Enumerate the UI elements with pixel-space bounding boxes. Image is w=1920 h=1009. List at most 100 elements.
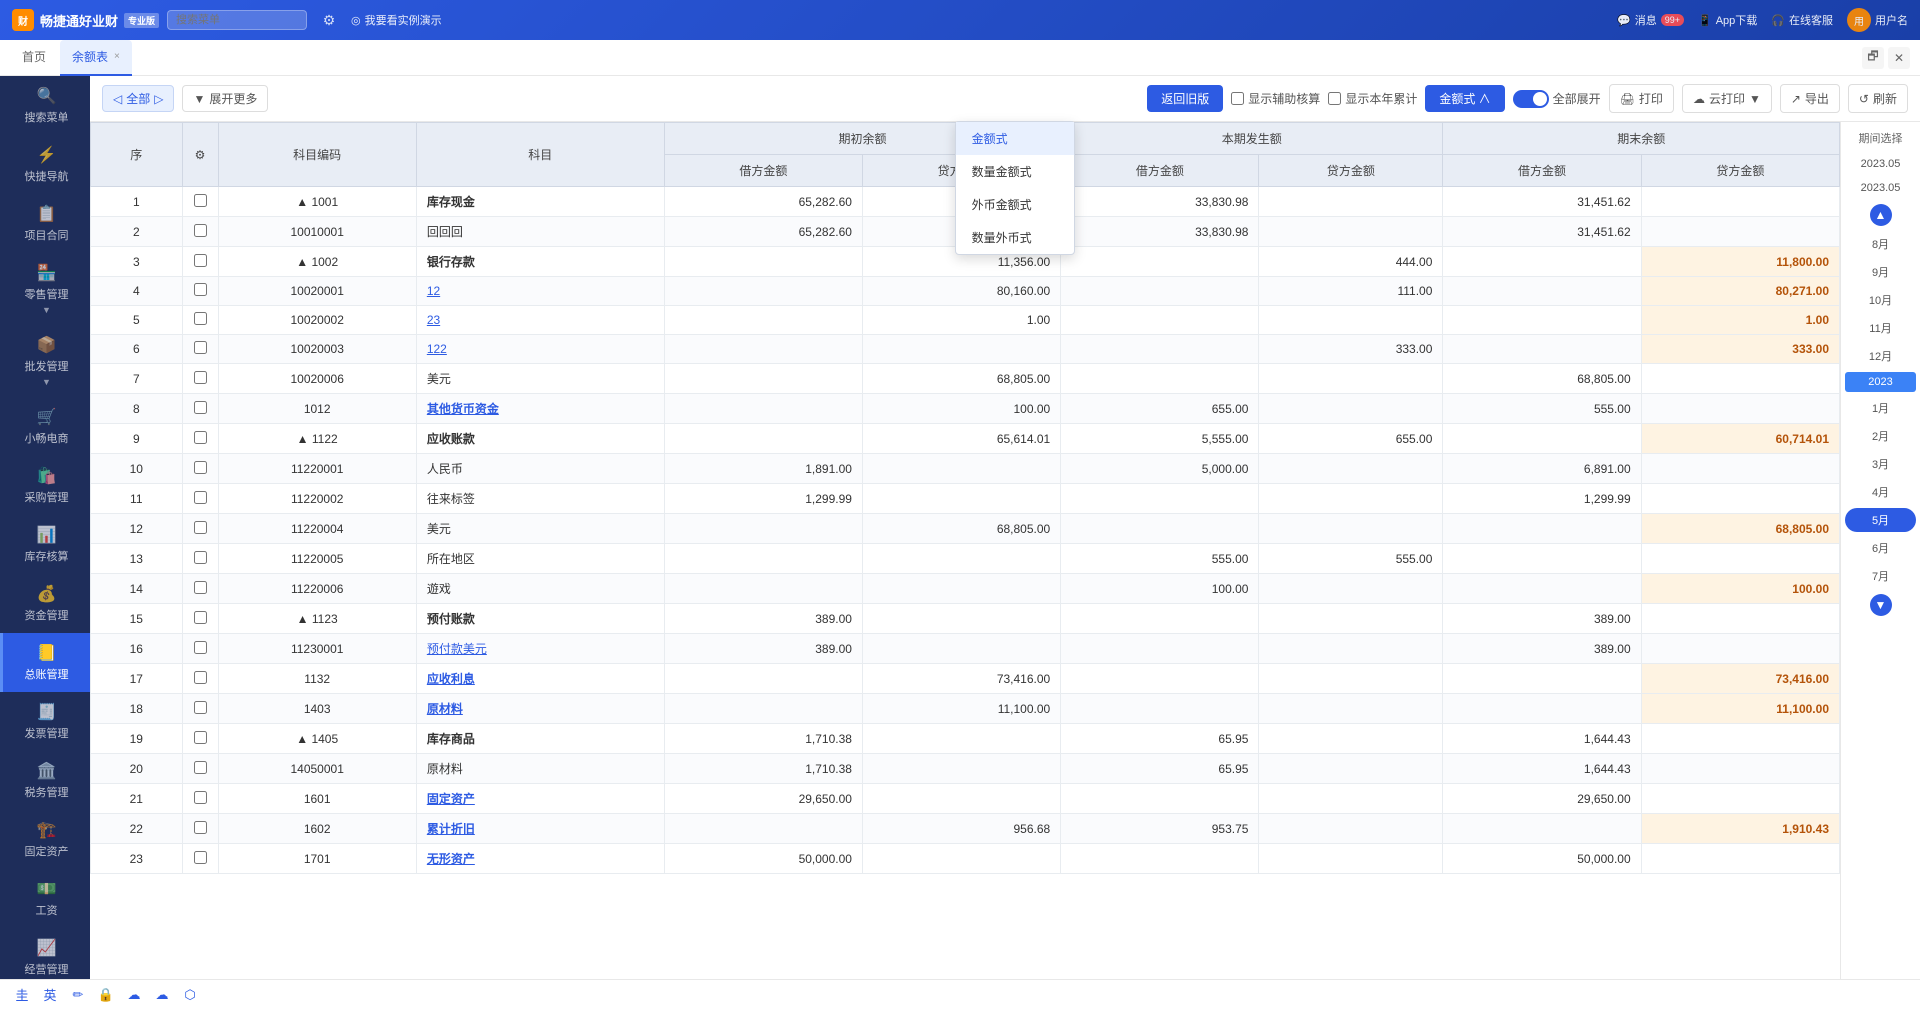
month-8[interactable]: 8月 — [1845, 232, 1916, 256]
right-nav-up-btn[interactable]: ▲ — [1870, 204, 1892, 226]
bottom-icon-lock[interactable]: 🔒 — [96, 985, 116, 1005]
cell-checkbox[interactable] — [182, 247, 218, 277]
show-auxiliary-checkbox[interactable]: 显示辅助核算 — [1231, 90, 1320, 107]
sidebar-item-purchase[interactable]: 🛍️ 采购管理 — [0, 456, 90, 515]
cell-checkbox[interactable] — [182, 424, 218, 454]
year-2023[interactable]: 2023 — [1845, 372, 1916, 392]
cell-checkbox[interactable] — [182, 277, 218, 306]
print-btn[interactable]: 🖨 打印 — [1609, 84, 1674, 113]
expand-more-btn[interactable]: ▼ 展开更多 — [182, 85, 268, 112]
tab-home[interactable]: 首页 — [10, 40, 58, 76]
sidebar-item-payroll[interactable]: 💵 工资 — [0, 869, 90, 928]
month-7[interactable]: 7月 — [1845, 564, 1916, 588]
cell-checkbox[interactable] — [182, 394, 218, 424]
month-9[interactable]: 9月 — [1845, 260, 1916, 284]
month-6[interactable]: 6月 — [1845, 536, 1916, 560]
message-btn[interactable]: 💬 消息 99+ — [1617, 12, 1684, 28]
month-5[interactable]: 5月 — [1845, 508, 1916, 532]
toggle-switch-control[interactable] — [1513, 90, 1549, 108]
window-restore-btn[interactable]: 🗗 — [1862, 47, 1884, 69]
cell-checkbox[interactable] — [182, 724, 218, 754]
dropdown-item-foreign-amount[interactable]: 外币金额式 — [956, 188, 1074, 221]
cell-checkbox[interactable] — [182, 364, 218, 394]
tab-close-btn[interactable]: × — [114, 51, 120, 62]
bottom-icon-1[interactable]: 圭 — [12, 985, 32, 1005]
th-settings[interactable]: ⚙ — [182, 123, 218, 187]
cell-checkbox[interactable] — [182, 306, 218, 335]
cell-checkbox[interactable] — [182, 187, 218, 217]
right-panel-date-end[interactable]: 2023.05 — [1845, 178, 1916, 198]
cell-account-name[interactable]: 应收利息 — [416, 664, 664, 694]
dropdown-item-qty-amount[interactable]: 数量金额式 — [956, 155, 1074, 188]
online-service-btn[interactable]: 🎧 在线客服 — [1771, 12, 1833, 28]
sidebar-item-quick-nav[interactable]: ⚡ 快捷导航 — [0, 135, 90, 194]
sidebar-item-invoice[interactable]: 🧾 发票管理 — [0, 692, 90, 751]
sidebar-item-inventory[interactable]: 📊 库存核算 — [0, 515, 90, 574]
month-12[interactable]: 12月 — [1845, 344, 1916, 368]
cell-account-name[interactable]: 累计折旧 — [416, 814, 664, 844]
month-11[interactable]: 11月 — [1845, 316, 1916, 340]
cell-checkbox[interactable] — [182, 844, 218, 874]
cell-checkbox[interactable] — [182, 604, 218, 634]
app-download-btn[interactable]: 📱 App下载 — [1698, 12, 1757, 28]
cell-checkbox[interactable] — [182, 754, 218, 784]
user-avatar[interactable]: 用 用户名 — [1847, 8, 1908, 32]
sidebar-item-general-ledger[interactable]: 📒 总账管理 — [0, 633, 90, 692]
cell-account-name[interactable]: 122 — [416, 335, 664, 364]
cloud-print-btn[interactable]: ☁ 云打印 ▼ — [1682, 84, 1772, 113]
cell-account-name[interactable]: 无形资产 — [416, 844, 664, 874]
cell-checkbox[interactable] — [182, 454, 218, 484]
month-4[interactable]: 4月 — [1845, 480, 1916, 504]
tab-balance-sheet[interactable]: 余额表 × — [60, 40, 132, 76]
export-btn[interactable]: ↗ 导出 — [1780, 84, 1840, 113]
month-10[interactable]: 10月 — [1845, 288, 1916, 312]
sidebar-item-operations[interactable]: 📈 经营管理 — [0, 928, 90, 979]
right-nav-down-btn[interactable]: ▼ — [1870, 594, 1892, 616]
cell-checkbox[interactable] — [182, 217, 218, 247]
cell-account-name[interactable]: 23 — [416, 306, 664, 335]
refresh-btn[interactable]: ↺ 刷新 — [1848, 84, 1908, 113]
sidebar-item-tax[interactable]: 🏛️ 税务管理 — [0, 751, 90, 810]
expand-all-toggle[interactable]: 全部展开 — [1513, 90, 1601, 108]
cell-checkbox[interactable] — [182, 574, 218, 604]
bottom-icon-hex[interactable]: ⬡ — [180, 985, 200, 1005]
cell-account-name[interactable]: 原材料 — [416, 694, 664, 724]
cell-account-name[interactable]: 12 — [416, 277, 664, 306]
month-1[interactable]: 1月 — [1845, 396, 1916, 420]
window-close-btn[interactable]: ✕ — [1888, 47, 1910, 69]
all-filter-btn[interactable]: ◁ 全部 ▷ — [102, 85, 174, 112]
cell-checkbox[interactable] — [182, 634, 218, 664]
settings-gear-icon[interactable]: ⚙ — [315, 6, 343, 34]
cell-checkbox[interactable] — [182, 784, 218, 814]
sidebar-item-project[interactable]: 📋 项目合同 — [0, 194, 90, 253]
cell-account-name[interactable]: 预付款美元 — [416, 634, 664, 664]
cell-checkbox[interactable] — [182, 814, 218, 844]
cell-checkbox[interactable] — [182, 694, 218, 724]
cell-account-name[interactable]: 其他货币资金 — [416, 394, 664, 424]
sidebar-item-ecommerce[interactable]: 🛒 小畅电商 — [0, 397, 90, 456]
bottom-icon-edit[interactable]: ✏ — [68, 985, 88, 1005]
sidebar-item-fixed-assets[interactable]: 🏗️ 固定资产 — [0, 810, 90, 869]
cell-checkbox[interactable] — [182, 335, 218, 364]
sidebar-item-search[interactable]: 🔍 搜索菜单 — [0, 76, 90, 135]
bottom-icon-cloud2[interactable]: ☁ — [152, 985, 172, 1005]
right-panel-date-start[interactable]: 2023.05 — [1845, 154, 1916, 174]
top-search-input[interactable] — [167, 10, 307, 30]
dropdown-item-qty-foreign[interactable]: 数量外币式 — [956, 221, 1074, 254]
cell-account-name[interactable]: 固定资产 — [416, 784, 664, 814]
sidebar-item-wholesale[interactable]: 📦 批发管理 ▼ — [0, 325, 90, 397]
cell-checkbox[interactable] — [182, 664, 218, 694]
sidebar-item-capital[interactable]: 💰 资金管理 — [0, 574, 90, 633]
amount-style-btn[interactable]: 金额式 ∧ — [1425, 85, 1504, 112]
demo-link[interactable]: ◎ 我要看实例演示 — [351, 12, 442, 28]
dropdown-item-amount[interactable]: 金额式 — [956, 122, 1074, 155]
month-3[interactable]: 3月 — [1845, 452, 1916, 476]
cell-checkbox[interactable] — [182, 514, 218, 544]
cell-checkbox[interactable] — [182, 484, 218, 514]
bottom-icon-lang[interactable]: 英 — [40, 985, 60, 1005]
month-2[interactable]: 2月 — [1845, 424, 1916, 448]
cell-checkbox[interactable] — [182, 544, 218, 574]
show-ytd-checkbox[interactable]: 显示本年累计 — [1328, 90, 1417, 107]
bottom-icon-cloud1[interactable]: ☁ — [124, 985, 144, 1005]
sidebar-item-retail[interactable]: 🏪 零售管理 ▼ — [0, 253, 90, 325]
